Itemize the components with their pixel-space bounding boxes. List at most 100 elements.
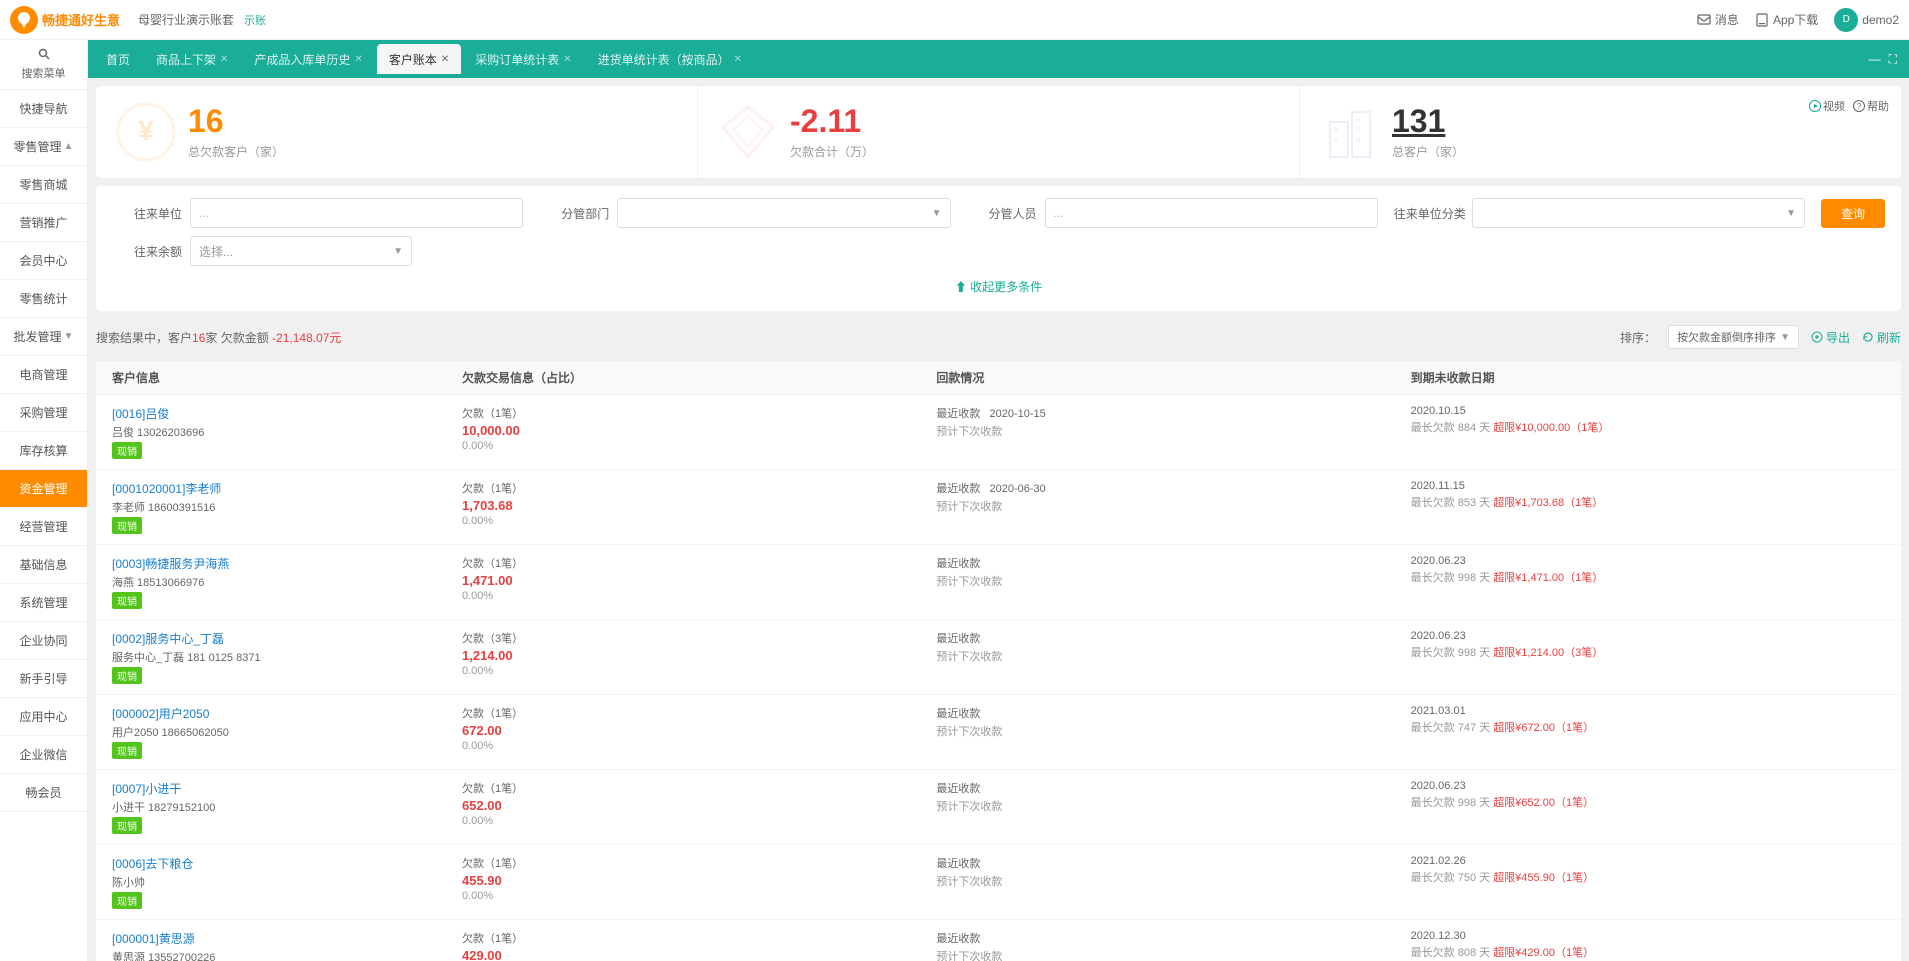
debt-cell-0002: 欠款（3笔） 1,214.00 0.00% bbox=[462, 630, 936, 677]
sidebar-item-marketing[interactable]: 营销推广 bbox=[0, 204, 87, 242]
customer-name-0003[interactable]: [0003]畅捷服务尹海燕 bbox=[112, 555, 462, 572]
query-button[interactable]: 查询 bbox=[1821, 199, 1885, 228]
customer-name-0007[interactable]: [0007]小进干 bbox=[112, 780, 462, 797]
sidebar-item-purchase[interactable]: 采购管理 bbox=[0, 394, 87, 432]
video-action[interactable]: 视频 bbox=[1809, 98, 1845, 114]
sidebar-item-quick-nav[interactable]: 快捷导航 bbox=[0, 90, 87, 128]
table-row: [000001]黄思源 黄思源 13552700226 现销 欠款（1笔） 42… bbox=[96, 920, 1901, 961]
filter-unit-category: 往来单位分类 ▼ bbox=[1394, 198, 1805, 228]
customer-name-0002[interactable]: [0002]服务中心_丁磊 bbox=[112, 630, 462, 647]
filter-manager: 分管人员 ... bbox=[967, 198, 1378, 228]
result-bar: 搜索结果中，客户16家 欠款金额 -21,148.07元 排序： 按欠款金额倒序… bbox=[96, 319, 1901, 355]
customer-name-0016[interactable]: [0016]吕俊 bbox=[112, 405, 462, 422]
stats-row: ¥ 16 总欠款客户（家） bbox=[96, 86, 1901, 178]
user-avatar-area[interactable]: D demo2 bbox=[1834, 8, 1899, 32]
customer-phone-000001: 黄思源 13552700226 bbox=[112, 949, 462, 961]
sidebar-item-ops[interactable]: 经营管理 bbox=[0, 508, 87, 546]
sidebar-item-retail-store[interactable]: 零售商城 bbox=[0, 166, 87, 204]
sidebar-item-basic-info[interactable]: 基础信息 bbox=[0, 546, 87, 584]
filter-label-dept: 分管部门 bbox=[539, 205, 609, 222]
sidebar-item-retail-mgmt[interactable]: 零售管理▲ bbox=[0, 128, 87, 166]
filter-select-dept[interactable]: ▼ bbox=[617, 198, 950, 228]
tab-close-icon-2[interactable]: ✕ bbox=[354, 54, 362, 65]
filter-input-from-unit[interactable]: ... bbox=[190, 198, 523, 228]
stat-info-2: -2.11 欠款合计（万） bbox=[790, 104, 1279, 160]
tab-home[interactable]: 首页 bbox=[92, 51, 144, 68]
sort-dropdown[interactable]: 按欠款金额倒序排序 ▼ bbox=[1668, 325, 1799, 349]
tab-close-icon-3[interactable]: ✕ bbox=[441, 54, 449, 65]
debt-percent-0016: 0.00% bbox=[462, 440, 936, 452]
help-action[interactable]: ? 帮助 bbox=[1853, 98, 1889, 114]
stat-number-debt-customers: 16 bbox=[188, 104, 677, 139]
diamond-icon bbox=[718, 102, 778, 162]
sidebar-item-appcenter[interactable]: 应用中心 bbox=[0, 698, 87, 736]
sidebar-item-newguide[interactable]: 新手引导 bbox=[0, 660, 87, 698]
tab-close-icon-5[interactable]: ✕ bbox=[734, 54, 742, 65]
stat-info-1: 16 总欠款客户（家） bbox=[188, 104, 677, 160]
collapse-button[interactable]: ⬆ 收起更多条件 bbox=[112, 274, 1885, 299]
sidebar-item-capital[interactable]: 资金管理 bbox=[0, 470, 87, 508]
tab-product-offshelf[interactable]: 商品上下架 ✕ bbox=[144, 44, 240, 74]
stat-info-3: 131 总客户（家） bbox=[1392, 104, 1881, 160]
overdue-cell-0016: 2020.10.15 最长欠款 884 天 超限¥10,000.00（1笔） bbox=[1411, 405, 1885, 435]
store-link[interactable]: 示账 bbox=[244, 12, 266, 28]
tab-minimize-icon[interactable]: — bbox=[1869, 52, 1881, 66]
app-download-label: App下载 bbox=[1773, 11, 1818, 28]
filter-select-unit-category[interactable]: ▼ bbox=[1472, 198, 1805, 228]
tab-close-icon-4[interactable]: ✕ bbox=[563, 54, 571, 65]
customer-badge-0003: 现销 bbox=[112, 592, 142, 609]
customer-cell-0002: [0002]服务中心_丁磊 服务中心_丁磊 181 0125 8371 现销 bbox=[112, 630, 462, 684]
sidebar: 搜索菜单 快捷导航 零售管理▲ 零售商城 营销推广 会员中心 零售统计 批发管理… bbox=[0, 40, 88, 961]
filter-select-balance[interactable]: 选择... ▼ bbox=[190, 236, 412, 266]
customer-cell-0001020001: [0001020001]李老师 李老师 18600391516 现销 bbox=[112, 480, 462, 534]
table-container: 客户信息 欠款交易信息（占比） 回款情况 到期未收款日期 [0016]吕俊 吕俊… bbox=[96, 361, 1901, 961]
chevron-icon: ▲ bbox=[64, 141, 74, 152]
debt-count-0016: 欠款（1笔） bbox=[462, 405, 936, 421]
sidebar-item-wechat[interactable]: 企业微信 bbox=[0, 736, 87, 774]
sidebar-item-enterprise[interactable]: 企业协同 bbox=[0, 622, 87, 660]
table-row: [0003]畅捷服务尹海燕 海燕 18513066976 现销 欠款（1笔） 1… bbox=[96, 545, 1901, 620]
sidebar-item-batch-mgmt[interactable]: 批发管理▼ bbox=[0, 318, 87, 356]
sidebar-item-changyou[interactable]: 畅会员 bbox=[0, 774, 87, 812]
sidebar-item-ecom[interactable]: 电商管理 bbox=[0, 356, 87, 394]
payback-cell-0003: 最近收款 预计下次收款 bbox=[936, 555, 1410, 589]
tab-close-icon[interactable]: ✕ bbox=[220, 54, 228, 65]
customer-name-0006[interactable]: [0006]去下粮仓 bbox=[112, 855, 462, 872]
customer-phone-000002: 用户2050 18665062050 bbox=[112, 724, 462, 740]
building-icon bbox=[1320, 102, 1380, 162]
message-label: 消息 bbox=[1715, 11, 1739, 28]
customer-name-000001[interactable]: [000001]黄思源 bbox=[112, 930, 462, 947]
customer-phone-0016: 吕俊 13026203696 bbox=[112, 424, 462, 440]
refresh-button[interactable]: 刷新 bbox=[1862, 329, 1901, 346]
overdue-amount-0016[interactable]: 超限¥10,000.00（1笔） bbox=[1493, 422, 1609, 434]
top-bar-left: 畅捷通好生意 母婴行业演示账套 示账 bbox=[10, 6, 1697, 34]
tab-incoming-stats[interactable]: 进货单统计表（按商品） ✕ bbox=[586, 44, 754, 74]
sidebar-item-retail-stats[interactable]: 零售统计 bbox=[0, 280, 87, 318]
customer-phone-0003: 海燕 18513066976 bbox=[112, 574, 462, 590]
tab-produce-history[interactable]: 产成品入库单历史 ✕ bbox=[242, 44, 374, 74]
overdue-cell-0007: 2020.06.23 最长欠款 998 天 超限¥652.00（1笔） bbox=[1411, 780, 1885, 810]
tab-purchase-stats[interactable]: 采购订单统计表 ✕ bbox=[463, 44, 583, 74]
customer-name-0001020001[interactable]: [0001020001]李老师 bbox=[112, 480, 462, 497]
payback-cell-0006: 最近收款 预计下次收款 bbox=[936, 855, 1410, 889]
table-row: [0002]服务中心_丁磊 服务中心_丁磊 181 0125 8371 现销 欠… bbox=[96, 620, 1901, 695]
customer-name-000002[interactable]: [000002]用户2050 bbox=[112, 705, 462, 722]
sidebar-item-inventory[interactable]: 库存核算 bbox=[0, 432, 87, 470]
customer-phone-0007: 小进干 18279152100 bbox=[112, 799, 462, 815]
sidebar-item-sys[interactable]: 系统管理 bbox=[0, 584, 87, 622]
col-debt-info: 欠款交易信息（占比） bbox=[462, 369, 936, 386]
stat-card-actions: 视频 ? 帮助 bbox=[1809, 98, 1889, 114]
overdue-cell-0006: 2021.02.26 最长欠款 750 天 超限¥455.90（1笔） bbox=[1411, 855, 1885, 885]
export-button[interactable]: 导出 bbox=[1811, 329, 1850, 346]
sidebar-search[interactable]: 搜索菜单 bbox=[0, 40, 87, 90]
overdue-cell-0001020001: 2020.11.15 最长欠款 853 天 超限¥1,703.68（1笔） bbox=[1411, 480, 1885, 510]
sidebar-item-member[interactable]: 会员中心 bbox=[0, 242, 87, 280]
customer-cell-0006: [0006]去下粮仓 陈小帅 现销 bbox=[112, 855, 462, 909]
filter-input-manager[interactable]: ... bbox=[1045, 198, 1378, 228]
app-download-action[interactable]: App下载 bbox=[1755, 11, 1818, 28]
col-customer-info: 客户信息 bbox=[112, 369, 462, 386]
customer-cell-000001: [000001]黄思源 黄思源 13552700226 现销 bbox=[112, 930, 462, 961]
message-action[interactable]: 消息 bbox=[1697, 11, 1739, 28]
tab-maximize-icon[interactable]: ⛶ bbox=[1889, 52, 1897, 67]
tab-customer-account[interactable]: 客户账本 ✕ bbox=[377, 44, 461, 74]
